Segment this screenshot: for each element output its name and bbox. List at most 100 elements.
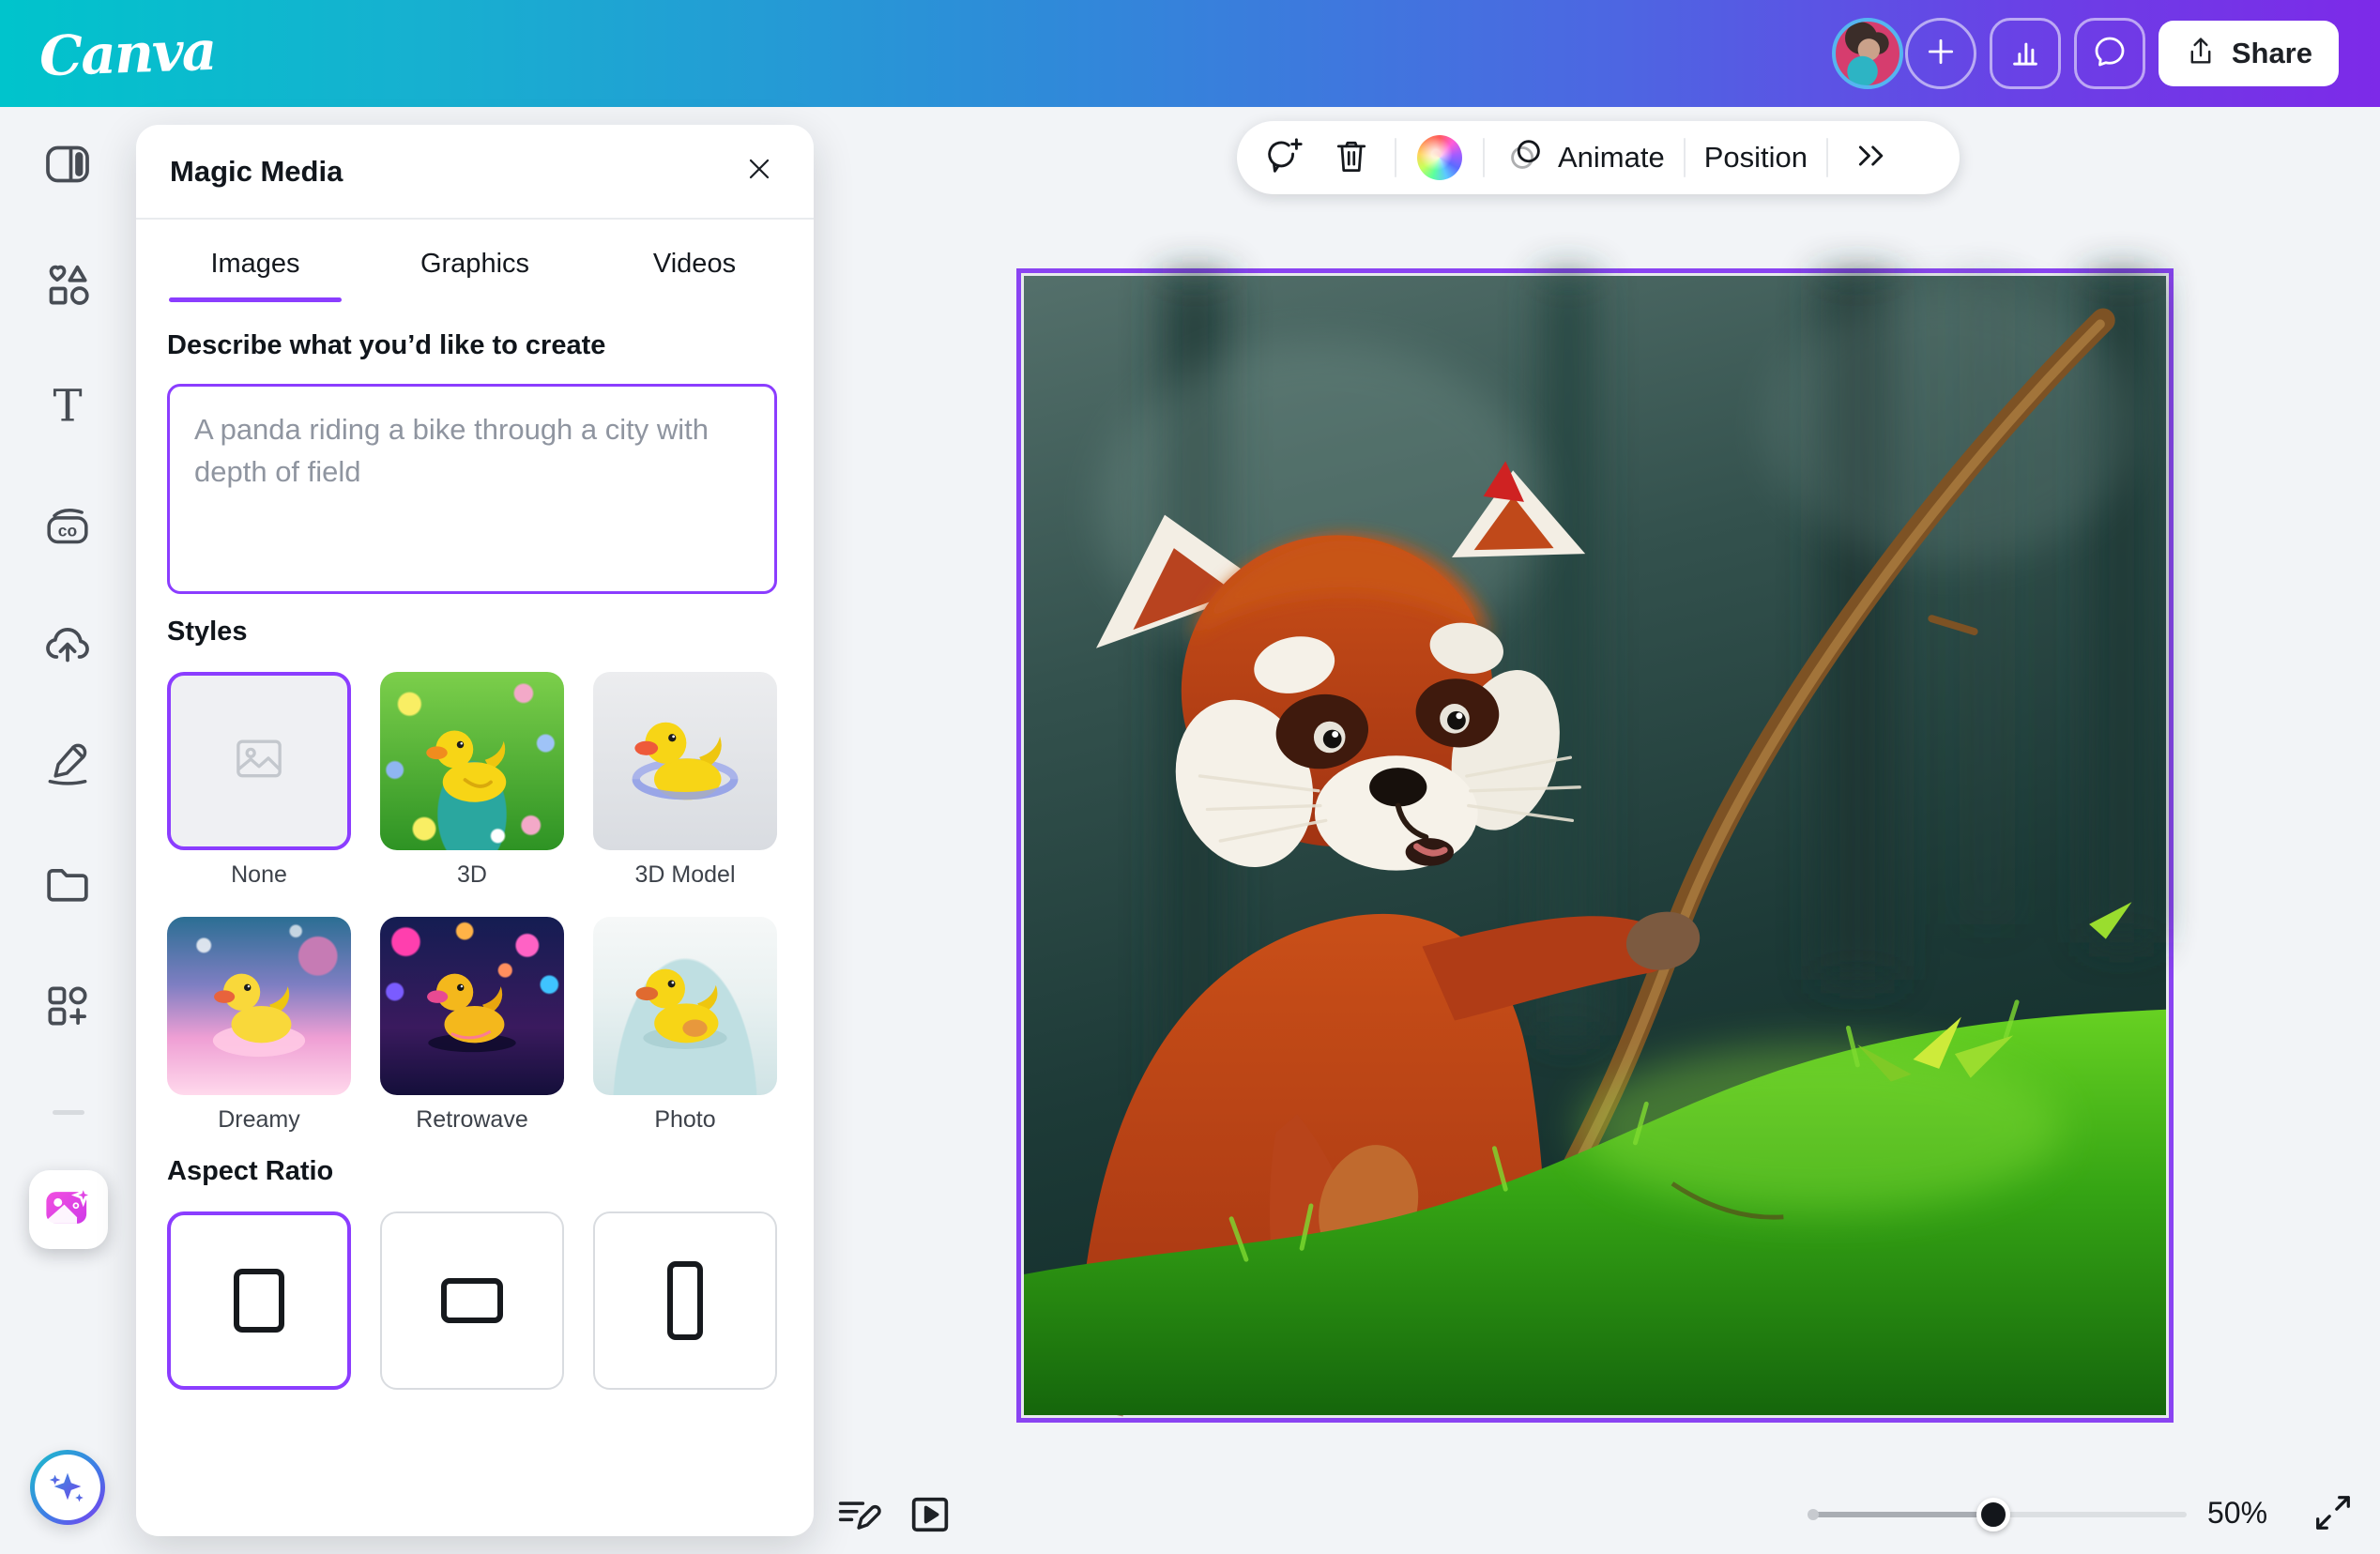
- design-icon: [41, 138, 94, 195]
- position-button[interactable]: Position: [1704, 141, 1808, 175]
- comments-button[interactable]: [2074, 18, 2145, 89]
- describe-heading: Describe what you’d like to create: [167, 330, 783, 361]
- style-thumbnail-photo[interactable]: [593, 917, 777, 1095]
- chat-bubble-icon: [2090, 32, 2129, 76]
- aspect-option-square[interactable]: [167, 1211, 351, 1390]
- toolbar-divider: [1684, 138, 1686, 177]
- image-placeholder-icon: [230, 730, 288, 793]
- style-option-photo[interactable]: Photo: [593, 917, 777, 1134]
- sidebar-item-elements[interactable]: [41, 259, 94, 312]
- sidebar-divider: [53, 1110, 84, 1115]
- style-label: Photo: [654, 1106, 715, 1134]
- landscape-ratio-icon: [441, 1278, 503, 1323]
- styles-heading: Styles: [167, 617, 783, 648]
- sidebar-item-draw[interactable]: [41, 738, 94, 790]
- trash-icon: [1331, 135, 1372, 181]
- folder-icon: [41, 859, 94, 916]
- style-thumbnail-retrowave[interactable]: [380, 917, 564, 1095]
- zoom-level[interactable]: 50%: [2207, 1496, 2267, 1531]
- generated-red-panda-image[interactable]: [1024, 276, 2166, 1415]
- add-member-button[interactable]: [1905, 18, 1976, 89]
- sidebar-item-magic-media[interactable]: [29, 1170, 108, 1249]
- toolbar-divider: [1395, 138, 1396, 177]
- brand-icon: co: [41, 499, 94, 556]
- duck-illustration: [416, 705, 528, 817]
- chevron-double-right-icon: [1853, 137, 1890, 179]
- position-label: Position: [1704, 141, 1808, 175]
- toolbar-divider: [1826, 138, 1828, 177]
- zoom-slider-thumb[interactable]: [1976, 1498, 2010, 1531]
- panel-tabs: Images Graphics Videos: [136, 220, 814, 308]
- sidebar-item-text[interactable]: T: [41, 379, 94, 432]
- comment-plus-icon: [1262, 134, 1305, 182]
- bar-chart-icon: [2006, 32, 2045, 76]
- canva-logo[interactable]: Canva: [38, 19, 216, 88]
- text-icon: T: [41, 379, 94, 436]
- style-option-3d-model[interactable]: 3D Model: [593, 672, 777, 889]
- sidebar-item-uploads[interactable]: [41, 617, 94, 670]
- sidebar-item-apps[interactable]: [41, 980, 94, 1032]
- insights-button[interactable]: [1990, 18, 2061, 89]
- aspect-ratio-grid: [167, 1211, 783, 1390]
- styles-grid: None 3D: [167, 672, 783, 1134]
- zoom-slider[interactable]: [1811, 1512, 2187, 1517]
- fullscreen-button[interactable]: [2309, 1490, 2357, 1539]
- style-option-3d[interactable]: 3D: [380, 672, 564, 889]
- sidebar-item-projects[interactable]: [41, 859, 94, 911]
- aspect-option-portrait[interactable]: [593, 1211, 777, 1390]
- duck-illustration: [623, 699, 747, 823]
- prompt-input[interactable]: [167, 384, 777, 594]
- tab-videos[interactable]: Videos: [606, 220, 783, 308]
- top-bar: Canva Share: [0, 0, 2380, 107]
- style-label: Dreamy: [218, 1106, 300, 1134]
- style-thumbnail-none[interactable]: [167, 672, 351, 850]
- svg-text:T: T: [53, 381, 82, 432]
- style-label: None: [231, 861, 287, 889]
- style-thumbnail-dreamy[interactable]: [167, 917, 351, 1095]
- color-wheel-icon: [1417, 135, 1462, 180]
- sparkle-icon: [35, 1455, 100, 1520]
- magic-assistant-button[interactable]: [30, 1450, 105, 1525]
- portrait-ratio-icon: [667, 1261, 703, 1340]
- animate-button[interactable]: Animate: [1503, 134, 1665, 182]
- panel-title: Magic Media: [170, 155, 343, 189]
- add-comment-button[interactable]: [1259, 133, 1308, 182]
- tab-graphics[interactable]: Graphics: [387, 220, 563, 308]
- style-label: Retrowave: [416, 1106, 528, 1134]
- share-button[interactable]: Share: [2159, 21, 2339, 86]
- zoom-fit-marker: [1808, 1509, 1819, 1520]
- more-options-button[interactable]: [1847, 133, 1896, 182]
- play-icon: [906, 1490, 954, 1544]
- duck-illustration: [417, 951, 527, 1061]
- sidebar-item-design[interactable]: [41, 138, 94, 190]
- apps-grid-icon: [41, 980, 94, 1037]
- tab-images[interactable]: Images: [167, 220, 343, 308]
- close-panel-button[interactable]: [739, 151, 780, 192]
- svg-text:co: co: [58, 522, 77, 541]
- avatar[interactable]: [1832, 18, 1903, 89]
- style-thumbnail-3d-model[interactable]: [593, 672, 777, 850]
- magic-media-panel: Magic Media Images Graphics Videos Descr…: [136, 125, 814, 1536]
- duck-illustration: [626, 947, 744, 1065]
- delete-button[interactable]: [1327, 133, 1376, 182]
- canvas-page[interactable]: [1016, 268, 2174, 1423]
- aspect-option-landscape[interactable]: [380, 1211, 564, 1390]
- cloud-upload-icon: [41, 617, 94, 675]
- duck-illustration: [204, 951, 314, 1061]
- style-thumbnail-3d[interactable]: [380, 672, 564, 850]
- notes-pencil-icon: [833, 1490, 882, 1544]
- color-picker-button[interactable]: [1415, 133, 1464, 182]
- expand-arrows-icon: [2311, 1491, 2355, 1539]
- aspect-ratio-heading: Aspect Ratio: [167, 1156, 783, 1187]
- notes-button[interactable]: [831, 1490, 884, 1543]
- top-bar-actions: Share: [1832, 18, 2339, 89]
- toolbar-divider: [1483, 138, 1485, 177]
- sidebar-item-brand[interactable]: co: [41, 499, 94, 552]
- zoom-slider-fill: [1811, 1512, 1994, 1517]
- style-option-dreamy[interactable]: Dreamy: [167, 917, 351, 1134]
- share-upload-icon: [2185, 36, 2217, 72]
- style-option-none[interactable]: None: [167, 672, 351, 889]
- present-button[interactable]: [904, 1490, 956, 1543]
- square-ratio-icon: [234, 1269, 284, 1333]
- style-option-retrowave[interactable]: Retrowave: [380, 917, 564, 1134]
